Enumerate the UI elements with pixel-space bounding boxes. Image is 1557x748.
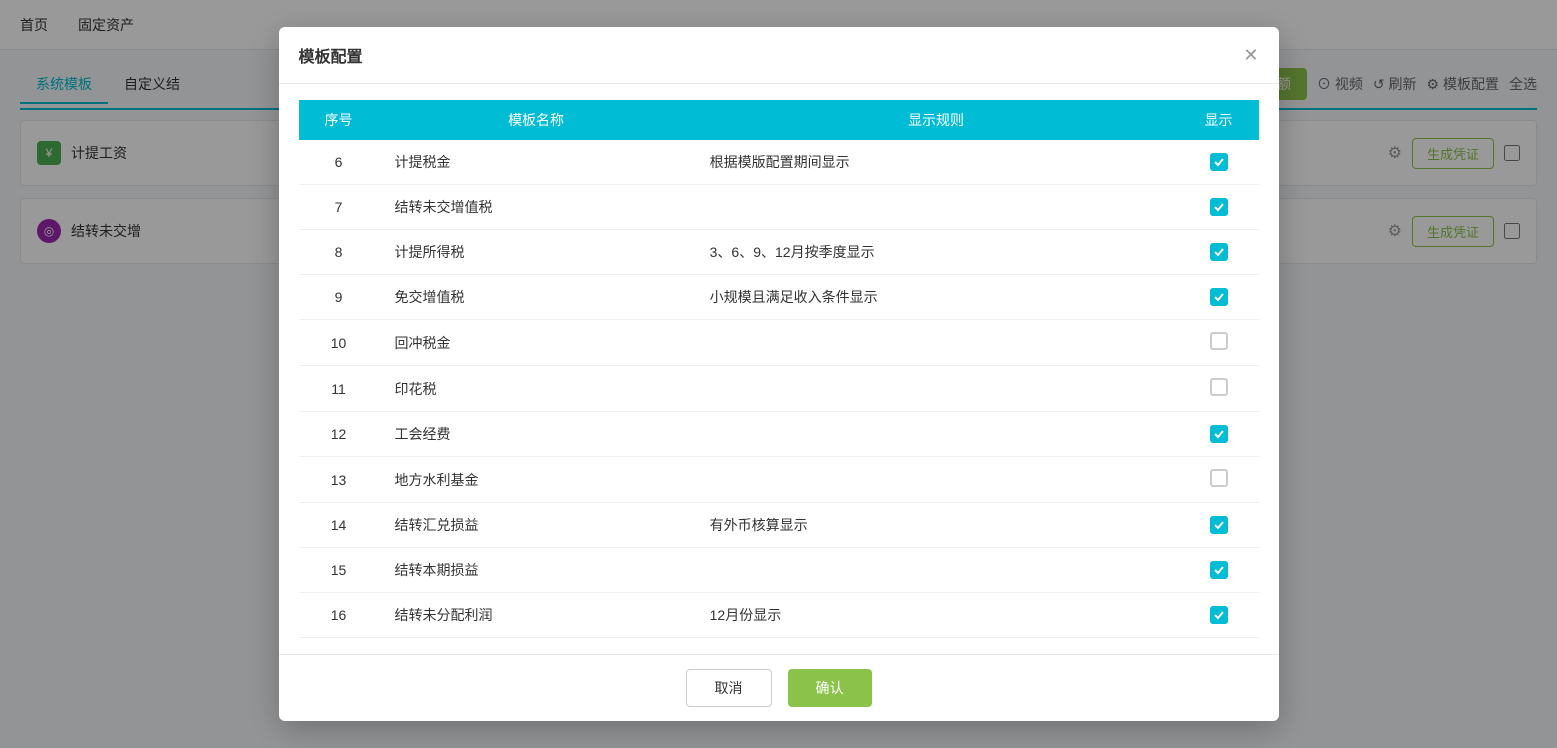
confirm-button[interactable]: 确认: [788, 669, 872, 707]
cell-id: 16: [299, 593, 379, 638]
cell-checkbox[interactable]: [1179, 366, 1259, 412]
cell-name: 工会经费: [379, 412, 694, 457]
checkbox-checked[interactable]: [1210, 606, 1228, 624]
cell-id: 6: [299, 140, 379, 185]
cell-checkbox[interactable]: [1179, 185, 1259, 230]
checkbox-unchecked[interactable]: [1210, 332, 1228, 350]
cancel-button[interactable]: 取消: [686, 669, 772, 707]
cell-id: 7: [299, 185, 379, 230]
modal-title: 模板配置: [299, 43, 363, 67]
cell-rule: 小规模且满足收入条件显示: [694, 275, 1179, 320]
cell-checkbox[interactable]: [1179, 140, 1259, 185]
cell-name: 结转未分配利润: [379, 593, 694, 638]
cell-id: 11: [299, 366, 379, 412]
cell-rule: 有外币核算显示: [694, 503, 1179, 548]
modal-close-button[interactable]: ✕: [1243, 45, 1258, 66]
table-row: 11印花税: [299, 366, 1259, 412]
cell-checkbox[interactable]: [1179, 593, 1259, 638]
cell-checkbox[interactable]: [1179, 275, 1259, 320]
modal-header: 模板配置 ✕: [279, 27, 1279, 84]
checkbox-checked[interactable]: [1210, 153, 1228, 171]
table-row: 12工会经费: [299, 412, 1259, 457]
cell-checkbox[interactable]: [1179, 548, 1259, 593]
col-header-rule: 显示规则: [694, 100, 1179, 140]
table-row: 14结转汇兑损益有外币核算显示: [299, 503, 1259, 548]
modal-body: 序号 模板名称 显示规则 显示 6计提税金根据模版配置期间显示7结转未交增值税8…: [279, 84, 1279, 654]
checkbox-checked[interactable]: [1210, 288, 1228, 306]
cell-name: 结转未交增值税: [379, 185, 694, 230]
cell-rule: 3、6、9、12月按季度显示: [694, 230, 1179, 275]
modal-footer: 取消 确认: [279, 654, 1279, 721]
checkbox-unchecked[interactable]: [1210, 378, 1228, 396]
cell-checkbox[interactable]: [1179, 320, 1259, 366]
cell-name: 印花税: [379, 366, 694, 412]
cell-name: 免交增值税: [379, 275, 694, 320]
cell-name: 计提所得税: [379, 230, 694, 275]
table-row: 15结转本期损益: [299, 548, 1259, 593]
modal-overlay[interactable]: 模板配置 ✕ 序号 模板名称 显示规则 显示 6计提税金根据模版配置期间显示7结…: [0, 0, 1557, 748]
cell-id: 12: [299, 412, 379, 457]
checkbox-unchecked[interactable]: [1210, 469, 1228, 487]
cell-id: 13: [299, 457, 379, 503]
config-table: 序号 模板名称 显示规则 显示 6计提税金根据模版配置期间显示7结转未交增值税8…: [299, 100, 1259, 638]
table-row: 16结转未分配利润12月份显示: [299, 593, 1259, 638]
checkbox-checked[interactable]: [1210, 243, 1228, 261]
checkbox-checked[interactable]: [1210, 425, 1228, 443]
cell-id: 15: [299, 548, 379, 593]
cell-rule: 12月份显示: [694, 593, 1179, 638]
cell-name: 回冲税金: [379, 320, 694, 366]
cell-rule: [694, 366, 1179, 412]
cell-id: 9: [299, 275, 379, 320]
cell-id: 8: [299, 230, 379, 275]
cell-id: 10: [299, 320, 379, 366]
cell-id: 14: [299, 503, 379, 548]
cell-checkbox[interactable]: [1179, 457, 1259, 503]
table-header-row: 序号 模板名称 显示规则 显示: [299, 100, 1259, 140]
cell-name: 地方水利基金: [379, 457, 694, 503]
table-row: 7结转未交增值税: [299, 185, 1259, 230]
cell-name: 结转汇兑损益: [379, 503, 694, 548]
table-row: 13地方水利基金: [299, 457, 1259, 503]
col-header-name: 模板名称: [379, 100, 694, 140]
modal-template-config: 模板配置 ✕ 序号 模板名称 显示规则 显示 6计提税金根据模版配置期间显示7结…: [279, 27, 1279, 721]
table-row: 9免交增值税小规模且满足收入条件显示: [299, 275, 1259, 320]
cell-name: 计提税金: [379, 140, 694, 185]
cell-rule: [694, 320, 1179, 366]
cell-checkbox[interactable]: [1179, 230, 1259, 275]
cell-rule: [694, 412, 1179, 457]
checkbox-checked[interactable]: [1210, 198, 1228, 216]
cell-checkbox[interactable]: [1179, 503, 1259, 548]
col-header-id: 序号: [299, 100, 379, 140]
cell-checkbox[interactable]: [1179, 412, 1259, 457]
cell-rule: [694, 185, 1179, 230]
table-row: 8计提所得税3、6、9、12月按季度显示: [299, 230, 1259, 275]
col-header-display: 显示: [1179, 100, 1259, 140]
table-row: 6计提税金根据模版配置期间显示: [299, 140, 1259, 185]
cell-rule: 根据模版配置期间显示: [694, 140, 1179, 185]
cell-rule: [694, 548, 1179, 593]
checkbox-checked[interactable]: [1210, 516, 1228, 534]
cell-name: 结转本期损益: [379, 548, 694, 593]
cell-rule: [694, 457, 1179, 503]
table-row: 10回冲税金: [299, 320, 1259, 366]
checkbox-checked[interactable]: [1210, 561, 1228, 579]
